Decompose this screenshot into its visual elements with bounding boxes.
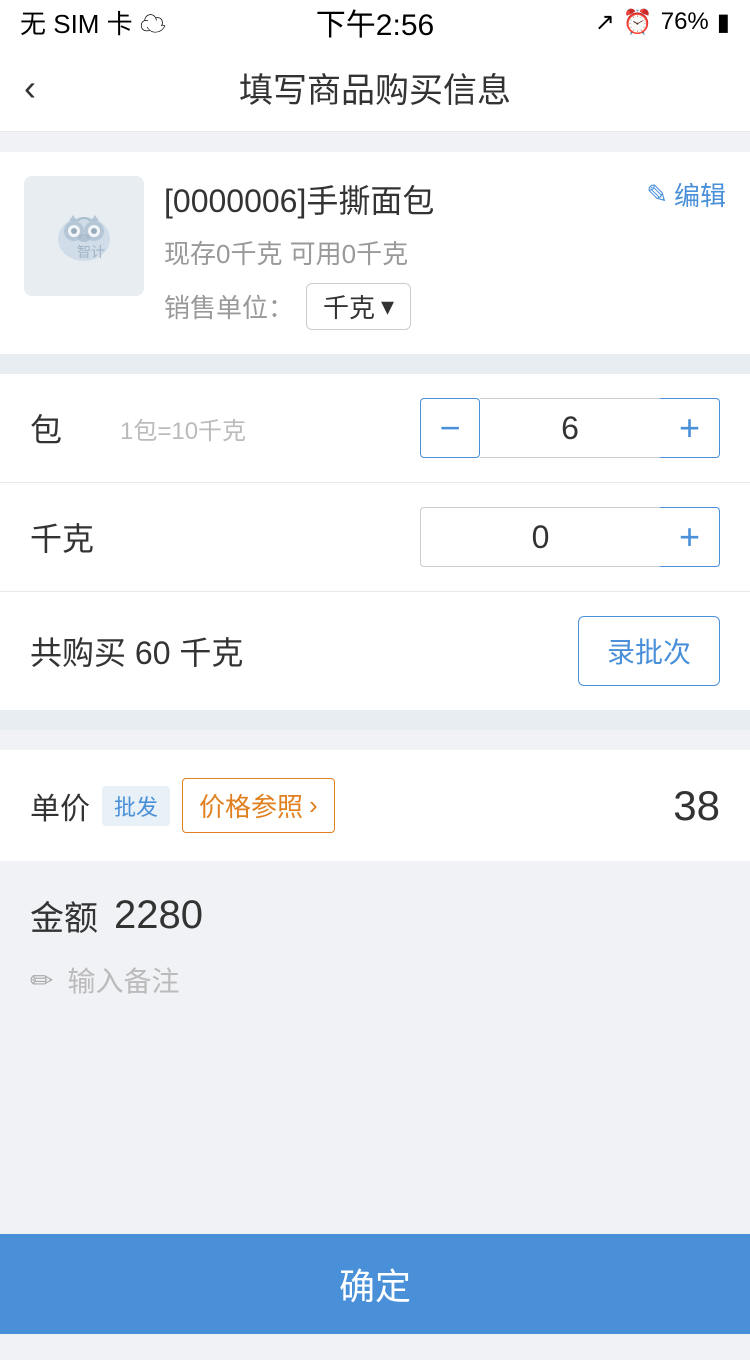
product-card: 智计 [0000006]手撕面包 现存0千克 可用0千克 销售单位： 千克 ▾ … (0, 152, 750, 354)
price-section: 单价 批发 价格参照 › 38 (0, 750, 750, 861)
product-unit-row: 销售单位： 千克 ▾ (164, 283, 726, 330)
pencil-icon: ✏ (30, 964, 53, 997)
input-section: 包 1包=10千克 − + 千克 + (0, 374, 750, 592)
svg-text:智计: 智计 (77, 244, 105, 260)
page-title: 填写商品购买信息 (239, 63, 511, 112)
price-value: 38 (673, 782, 720, 830)
back-button[interactable]: ‹ (24, 67, 36, 109)
package-label: 包 (30, 405, 110, 451)
package-quantity-control: − + (420, 398, 720, 458)
separator-2 (0, 710, 750, 730)
location-icon: ↗ (595, 8, 615, 37)
amount-value: 2280 (114, 893, 203, 938)
edit-button[interactable]: ✎ 编辑 (646, 176, 726, 213)
kg-input[interactable] (420, 507, 660, 567)
product-stock: 现存0千克 可用0千克 (164, 234, 726, 271)
kg-plus-button[interactable]: + (660, 507, 720, 567)
alarm-icon: ⏰ (623, 8, 653, 37)
price-label: 单价 (30, 784, 90, 828)
total-row: 共购买 60 千克 录批次 (0, 592, 750, 710)
price-left: 单价 批发 价格参照 › (30, 778, 335, 833)
kg-label: 千克 (30, 514, 110, 560)
amount-section: 金额 2280 ✏ 输入备注 (0, 861, 750, 1020)
nav-bar: ‹ 填写商品购买信息 (0, 44, 750, 132)
price-ref-button[interactable]: 价格参照 › (182, 778, 335, 833)
dropdown-icon: ▾ (381, 291, 394, 322)
product-name: [0000006]手撕面包 (164, 176, 726, 222)
product-image: 智计 (24, 176, 144, 296)
kg-row: 千克 + (0, 483, 750, 592)
status-left: 无 SIM 卡 ☁ (20, 4, 166, 41)
total-label: 共购买 60 千克 (30, 628, 243, 674)
separator-1 (0, 354, 750, 374)
record-batch-button[interactable]: 录批次 (578, 616, 720, 686)
unit-label: 销售单位： (164, 288, 294, 325)
status-bar: 无 SIM 卡 ☁ 下午2:56 ↗ ⏰ 76% ▮ (0, 0, 750, 44)
kg-quantity-control: + (420, 507, 720, 567)
status-time: 下午2:56 (316, 0, 434, 44)
package-row: 包 1包=10千克 − + (0, 374, 750, 483)
unit-selector[interactable]: 千克 ▾ (306, 283, 411, 330)
remark-row[interactable]: ✏ 输入备注 (30, 960, 720, 1000)
battery-level: 76% (661, 8, 709, 36)
amount-label: 金额 (30, 891, 98, 940)
package-hint: 1包=10千克 (120, 411, 420, 446)
status-right: ↗ ⏰ 76% ▮ (595, 8, 730, 37)
package-input[interactable] (480, 398, 660, 458)
package-plus-button[interactable]: + (660, 398, 720, 458)
battery-icon: ▮ (717, 8, 730, 37)
batch-tag: 批发 (102, 786, 170, 826)
chevron-right-icon: › (309, 790, 318, 821)
confirm-button[interactable]: 确定 (0, 1234, 750, 1334)
remark-placeholder: 输入备注 (67, 960, 179, 1000)
amount-row: 金额 2280 (30, 891, 720, 940)
owl-logo: 智计 (49, 201, 119, 271)
edit-icon: ✎ (646, 179, 668, 210)
price-row: 单价 批发 价格参照 › 38 (30, 778, 720, 833)
package-minus-button[interactable]: − (420, 398, 480, 458)
sim-signal: 无 SIM 卡 ☁ (20, 4, 166, 41)
product-info: [0000006]手撕面包 现存0千克 可用0千克 销售单位： 千克 ▾ (164, 176, 726, 330)
